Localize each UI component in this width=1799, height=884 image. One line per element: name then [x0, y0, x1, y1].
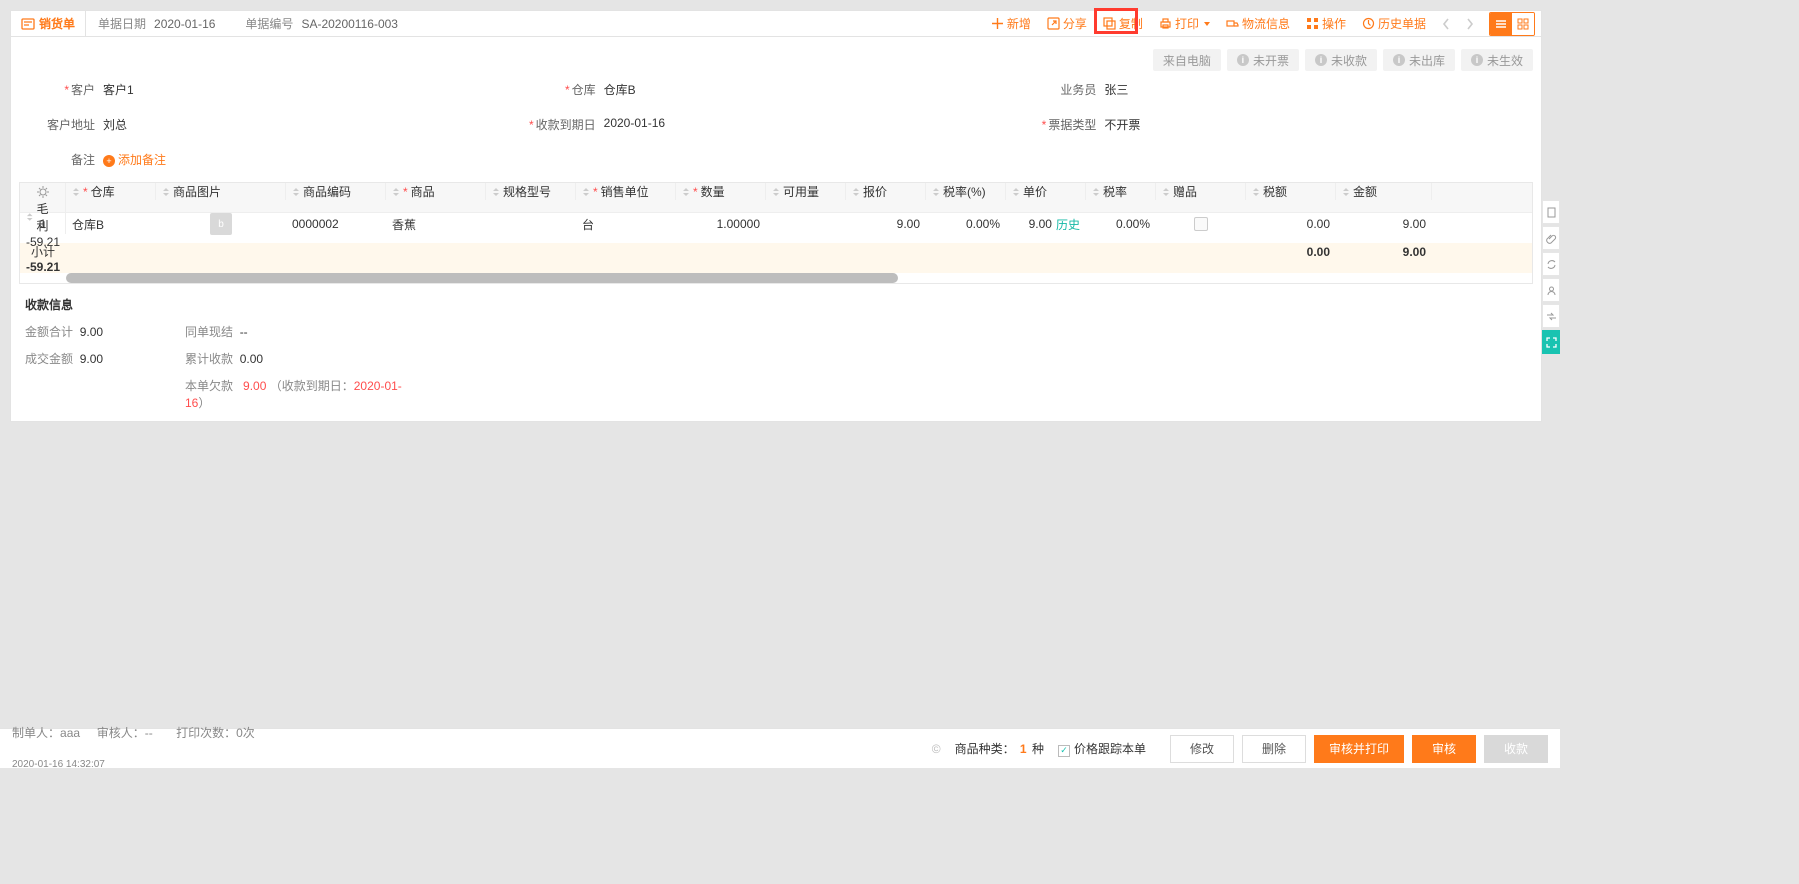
print-button[interactable]: 打印: [1152, 12, 1217, 36]
field-note: 备注 +添加备注: [25, 151, 526, 168]
dock-doc[interactable]: [1542, 200, 1560, 224]
footer-buttons: 修改 删除 审核并打印 审核 收款: [1170, 735, 1548, 763]
info-icon: i: [1393, 54, 1405, 66]
view-grid[interactable]: [1512, 13, 1534, 35]
print-icon: [1159, 17, 1172, 30]
tab-sales-order[interactable]: 销货单: [11, 11, 86, 36]
badge-stockout: i未出库: [1383, 49, 1455, 71]
copyright-icon: ©: [932, 742, 941, 756]
owe-row: 本单欠款 9.00 （收款到期日：2020-01-16）: [185, 377, 425, 411]
footer: 制单人：aaa 审核人：-- 打印次数：0次 2020-01-16 14:32:…: [0, 728, 1560, 768]
gear-icon: [36, 185, 50, 199]
new-button[interactable]: 新增: [984, 12, 1038, 36]
audit-print-button[interactable]: 审核并打印: [1314, 735, 1404, 763]
view-toggle: [1489, 12, 1535, 36]
header-meta: 单据日期 2020-01-16 单据编号 SA-20200116-003: [86, 11, 410, 36]
delete-button[interactable]: 删除: [1242, 735, 1306, 763]
gift-checkbox[interactable]: [1194, 217, 1208, 231]
attachment-icon: [1546, 233, 1557, 244]
app-root: 销货单 单据日期 2020-01-16 单据编号 SA-20200116-003…: [0, 0, 1560, 768]
grid-view-icon: [1517, 18, 1529, 30]
checkbox-icon: ✓: [1058, 745, 1070, 757]
no-label: 单据编号: [245, 15, 293, 32]
plus-icon: [991, 17, 1004, 30]
main-card: 来自电脑 i未开票 i未收款 i未出库 i未生效 *客户 客户1 *仓库 仓库B…: [10, 36, 1542, 422]
ops-button[interactable]: 操作: [1299, 12, 1353, 36]
dock-sync[interactable]: [1542, 304, 1560, 328]
truck-icon: [1226, 17, 1239, 30]
gear-column[interactable]: [20, 183, 66, 200]
info-icon: i: [1315, 54, 1327, 66]
edit-button[interactable]: 修改: [1170, 735, 1234, 763]
chevron-down-icon: [1204, 22, 1210, 26]
field-customer: *客户 客户1: [25, 81, 526, 98]
toolbar: 新增 分享 复制 打印 物流信息 操作: [984, 11, 1541, 36]
share-button[interactable]: 分享: [1040, 12, 1094, 36]
dock-attach[interactable]: [1542, 226, 1560, 250]
field-address: 客户地址 刘总: [25, 116, 526, 133]
order-icon: [21, 17, 35, 31]
badge-receive: i未收款: [1305, 49, 1377, 71]
price-history-link[interactable]: 历史: [1056, 216, 1080, 233]
footer-timestamp: 2020-01-16 14:32:07: [12, 759, 255, 771]
badge-effect: i未生效: [1461, 49, 1533, 71]
history-icon: [1362, 17, 1375, 30]
prev-button[interactable]: [1435, 12, 1457, 36]
table-head: *仓库 商品图片 商品编码 *商品 规格型号 *销售单位 *数量 可用量 报价 …: [20, 183, 1532, 213]
payment-title: 收款信息: [25, 296, 1527, 313]
image-placeholder-icon: b: [210, 213, 232, 235]
dock-refresh[interactable]: [1542, 252, 1560, 276]
view-list[interactable]: [1490, 13, 1512, 35]
date-label: 单据日期: [98, 15, 146, 32]
no-value: SA-20200116-003: [301, 17, 398, 31]
table-row[interactable]: 1 仓库B b 0000002 香蕉 台 1.00000 9.00 0.00% …: [20, 213, 1532, 243]
topbar: 销货单 单据日期 2020-01-16 单据编号 SA-20200116-003…: [10, 10, 1542, 36]
expand-icon: [1546, 337, 1557, 348]
chevron-right-icon: [1466, 18, 1474, 30]
footer-mid: © 商品种类： 1 种 ✓价格跟踪本单: [932, 740, 1146, 757]
history-button[interactable]: 历史单据: [1355, 12, 1433, 36]
right-dock: [1542, 200, 1560, 354]
items-table: *仓库 商品图片 商品编码 *商品 规格型号 *销售单位 *数量 可用量 报价 …: [19, 182, 1533, 284]
info-icon: i: [1471, 54, 1483, 66]
dock-user[interactable]: [1542, 278, 1560, 302]
audit-button[interactable]: 审核: [1412, 735, 1476, 763]
field-salesman: 业务员 张三: [1026, 81, 1527, 98]
field-invoice-type: *票据类型 不开票: [1026, 116, 1527, 133]
tab-label: 销货单: [39, 15, 75, 32]
date-value: 2020-01-16: [154, 17, 215, 31]
grid-icon: [1306, 17, 1319, 30]
payment-section: 收款信息 金额合计 9.00 同单现结 -- 成交金额 9.00 累计收款 0.…: [11, 284, 1541, 411]
copy-icon: [1103, 17, 1116, 30]
document-icon: [1546, 207, 1557, 218]
info-icon: i: [1237, 54, 1249, 66]
refresh-icon: [1546, 259, 1557, 270]
logistics-button[interactable]: 物流信息: [1219, 12, 1297, 36]
chevron-left-icon: [1442, 18, 1450, 30]
field-due: *收款到期日 2020-01-16: [526, 116, 1027, 133]
table-subtotal: 小计 0.00 9.00 -59.21: [20, 243, 1532, 273]
follow-price-toggle[interactable]: ✓价格跟踪本单: [1058, 740, 1146, 757]
receive-button: 收款: [1484, 735, 1548, 763]
horizontal-scrollbar[interactable]: [20, 273, 1532, 283]
list-icon: [1495, 18, 1507, 30]
field-warehouse: *仓库 仓库B: [526, 81, 1027, 98]
footer-info: 制单人：aaa 审核人：-- 打印次数：0次 2020-01-16 14:32:…: [12, 726, 255, 770]
status-badges: 来自电脑 i未开票 i未收款 i未出库 i未生效: [1153, 49, 1533, 71]
add-note-button[interactable]: +添加备注: [103, 151, 166, 168]
order-form: *客户 客户1 *仓库 仓库B 业务员 张三 客户地址 刘总 *收款到期日 20…: [11, 67, 1541, 172]
sync-icon: [1546, 311, 1557, 322]
share-icon: [1047, 17, 1060, 30]
dock-expand[interactable]: [1542, 330, 1560, 354]
badge-invoice: i未开票: [1227, 49, 1299, 71]
user-icon: [1546, 285, 1557, 296]
plus-circle-icon: +: [103, 155, 115, 167]
copy-button[interactable]: 复制: [1096, 12, 1150, 36]
badge-source: 来自电脑: [1153, 49, 1221, 71]
next-button[interactable]: [1459, 12, 1481, 36]
